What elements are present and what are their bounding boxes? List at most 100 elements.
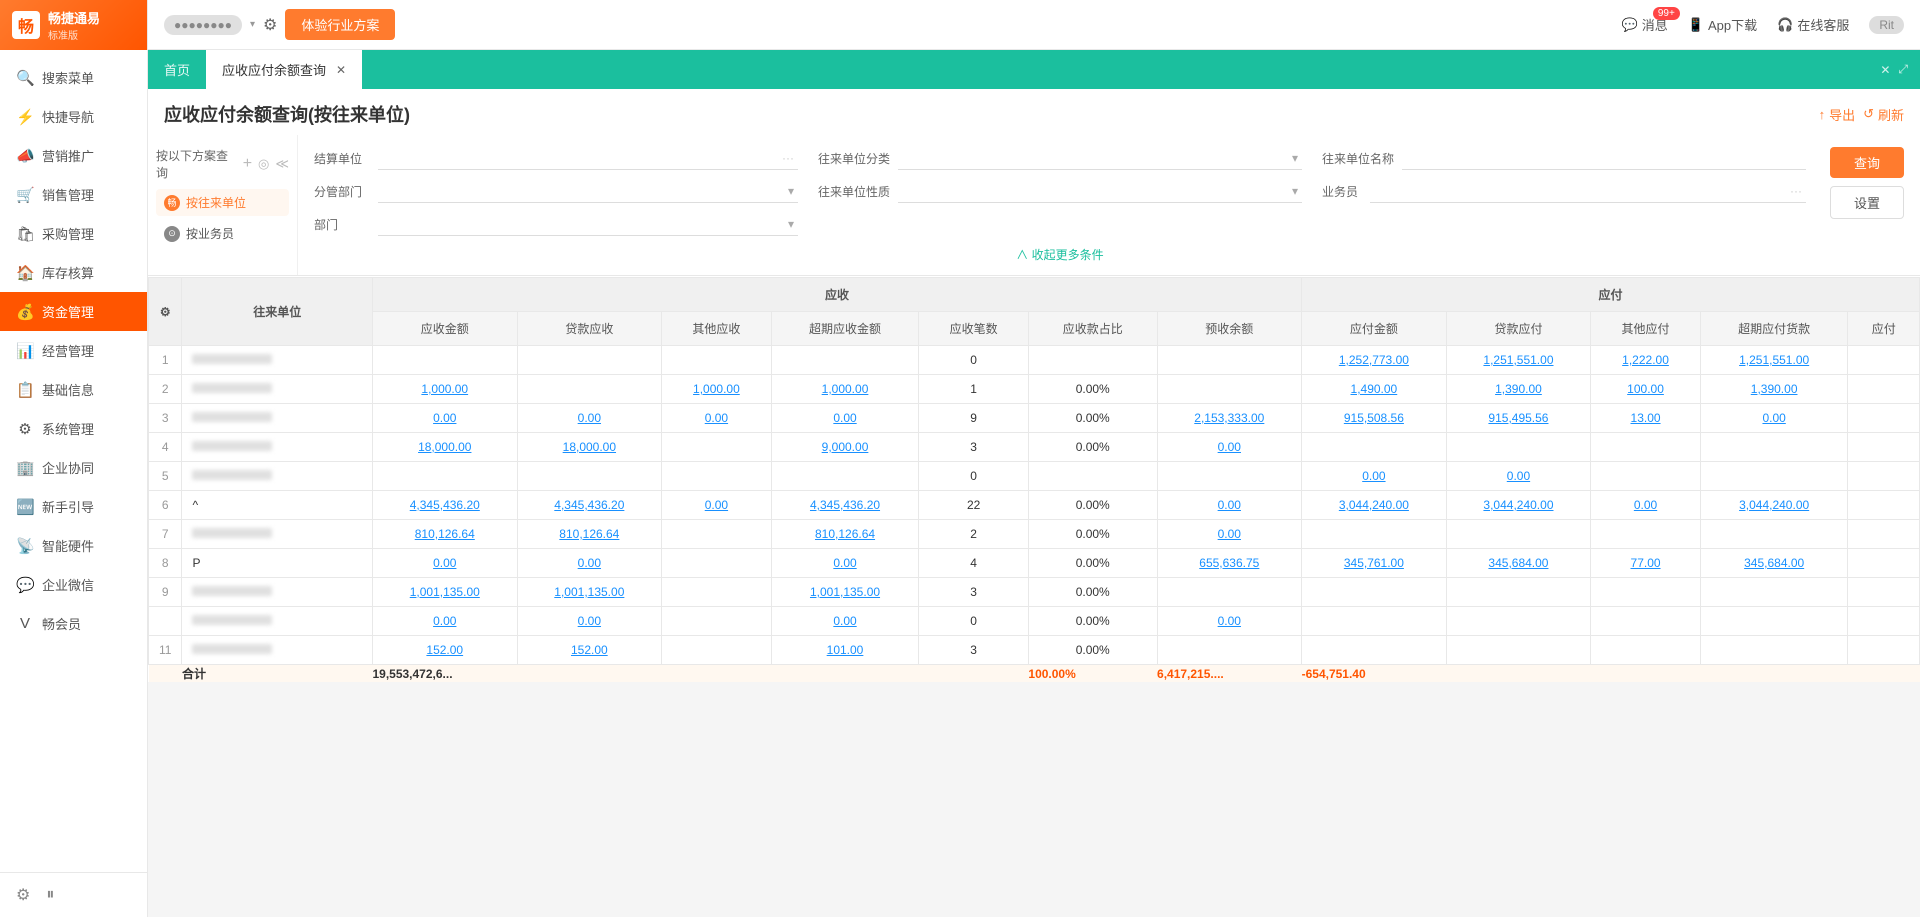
sidebar-item-hardware[interactable]: 📡智能硬件	[0, 526, 147, 565]
row-ar_other-9[interactable]	[662, 607, 772, 636]
message-action[interactable]: 💬 消息 99+	[1622, 15, 1668, 34]
row-ap_loan-5[interactable]: 3,044,240.00	[1446, 491, 1591, 520]
scheme-partner[interactable]: 畅 按往来单位	[156, 189, 289, 216]
row-ap_loan-0[interactable]: 1,251,551.00	[1446, 346, 1591, 375]
partner-cat-chevron[interactable]: ▾	[1292, 151, 1298, 165]
row-ar_overdue-4[interactable]	[771, 462, 919, 491]
row-ap_amount-9[interactable]	[1302, 607, 1447, 636]
row-ar_other-5[interactable]: 0.00	[662, 491, 772, 520]
trial-button[interactable]: 体验行业方案	[285, 9, 395, 40]
row-ap_amount-6[interactable]	[1302, 520, 1447, 549]
salesman-input[interactable]: ···	[1370, 180, 1806, 203]
row-ar_other-7[interactable]	[662, 549, 772, 578]
row-advance-6[interactable]: 0.00	[1157, 520, 1302, 549]
sidebar-item-inventory[interactable]: 🏠库存核算	[0, 253, 147, 292]
row-ar_overdue-6[interactable]: 810,126.64	[771, 520, 919, 549]
row-ap_amount-7[interactable]: 345,761.00	[1302, 549, 1447, 578]
row-ap_overdue-3[interactable]	[1700, 433, 1848, 462]
row-ar_loan-0[interactable]	[517, 346, 662, 375]
tab-home[interactable]: 首页	[148, 50, 206, 89]
row-ap_overdue-0[interactable]: 1,251,551.00	[1700, 346, 1848, 375]
row-ap_overdue-5[interactable]: 3,044,240.00	[1700, 491, 1848, 520]
row-ap_other-8[interactable]	[1591, 578, 1701, 607]
row-advance-2[interactable]: 2,153,333.00	[1157, 404, 1302, 433]
row-advance-1[interactable]	[1157, 375, 1302, 404]
row-ap_overdue-10[interactable]	[1700, 636, 1848, 665]
row-ap_other-6[interactable]	[1591, 520, 1701, 549]
row-ap_overdue-9[interactable]	[1700, 607, 1848, 636]
row-ap_other-5[interactable]: 0.00	[1591, 491, 1701, 520]
row-ar_loan-8[interactable]: 1,001,135.00	[517, 578, 662, 607]
filter-collapse-btn[interactable]: ∧ 收起更多条件	[314, 246, 1806, 263]
row-ar_overdue-5[interactable]: 4,345,436.20	[771, 491, 919, 520]
col-settings[interactable]: ⚙	[149, 278, 182, 346]
row-ar_amount-10[interactable]: 152.00	[372, 636, 517, 665]
row-ap_overdue-4[interactable]	[1700, 462, 1848, 491]
refresh-button[interactable]: ↺ 刷新	[1863, 105, 1904, 124]
row-ap_other-4[interactable]	[1591, 462, 1701, 491]
row-ar_amount-9[interactable]: 0.00	[372, 607, 517, 636]
salesman-dots[interactable]: ···	[1790, 184, 1802, 198]
row-advance-8[interactable]	[1157, 578, 1302, 607]
row-ar_loan-2[interactable]: 0.00	[517, 404, 662, 433]
nature-chevron[interactable]: ▾	[1292, 184, 1298, 198]
app-download-action[interactable]: 📱 App下载	[1688, 15, 1757, 34]
sidebar-item-guide[interactable]: 🆕新手引导	[0, 487, 147, 526]
row-ap_overdue-6[interactable]	[1700, 520, 1848, 549]
tab-close-btn[interactable]: ✕	[1880, 63, 1890, 77]
row-ar_loan-7[interactable]: 0.00	[517, 549, 662, 578]
sidebar-item-marketing[interactable]: 📣营销推广	[0, 136, 147, 175]
row-ap_other-1[interactable]: 100.00	[1591, 375, 1701, 404]
row-ap_overdue-1[interactable]: 1,390.00	[1700, 375, 1848, 404]
row-ar_amount-2[interactable]: 0.00	[372, 404, 517, 433]
row-ap_other-0[interactable]: 1,222.00	[1591, 346, 1701, 375]
row-ap_loan-2[interactable]: 915,495.56	[1446, 404, 1591, 433]
row-ar_other-2[interactable]: 0.00	[662, 404, 772, 433]
sidebar-item-vip[interactable]: V畅会员	[0, 604, 147, 643]
row-ap_loan-9[interactable]	[1446, 607, 1591, 636]
row-ar_amount-7[interactable]: 0.00	[372, 549, 517, 578]
row-ar_amount-4[interactable]	[372, 462, 517, 491]
row-ar_overdue-0[interactable]	[771, 346, 919, 375]
row-advance-0[interactable]	[1157, 346, 1302, 375]
partner-category-select[interactable]: ▾	[898, 147, 1302, 170]
row-ar_overdue-7[interactable]: 0.00	[771, 549, 919, 578]
row-ap_other-7[interactable]: 77.00	[1591, 549, 1701, 578]
department-chevron[interactable]: ▾	[788, 217, 794, 231]
row-ap_loan-8[interactable]	[1446, 578, 1591, 607]
row-advance-9[interactable]: 0.00	[1157, 607, 1302, 636]
row-ar_overdue-2[interactable]: 0.00	[771, 404, 919, 433]
tab-query[interactable]: 应收应付余额查询 ✕	[206, 50, 362, 89]
settings-icon[interactable]: ⚙	[16, 885, 30, 905]
row-advance-4[interactable]	[1157, 462, 1302, 491]
row-ap_amount-5[interactable]: 3,044,240.00	[1302, 491, 1447, 520]
sidebar-item-system[interactable]: ⚙系统管理	[0, 409, 147, 448]
row-ap_other-2[interactable]: 13.00	[1591, 404, 1701, 433]
row-ar_other-8[interactable]	[662, 578, 772, 607]
scheme-salesman[interactable]: ⊙ 按业务员	[156, 220, 289, 247]
row-ap_amount-2[interactable]: 915,508.56	[1302, 404, 1447, 433]
row-ar_loan-1[interactable]	[517, 375, 662, 404]
row-ap_loan-7[interactable]: 345,684.00	[1446, 549, 1591, 578]
row-ap_loan-3[interactable]	[1446, 433, 1591, 462]
filter-add-icon[interactable]: +	[243, 155, 252, 173]
row-ar_loan-10[interactable]: 152.00	[517, 636, 662, 665]
setting-button[interactable]: 设置	[1830, 186, 1904, 219]
row-ar_loan-9[interactable]: 0.00	[517, 607, 662, 636]
row-ar_overdue-1[interactable]: 1,000.00	[771, 375, 919, 404]
row-ar_other-6[interactable]	[662, 520, 772, 549]
row-ar_overdue-8[interactable]: 1,001,135.00	[771, 578, 919, 607]
row-ar_other-3[interactable]	[662, 433, 772, 462]
row-ar_overdue-10[interactable]: 101.00	[771, 636, 919, 665]
row-ar_other-4[interactable]	[662, 462, 772, 491]
row-advance-7[interactable]: 655,636.75	[1157, 549, 1302, 578]
breadcrumb-chevron[interactable]: ▾	[250, 19, 255, 30]
department-select[interactable]: ▾	[378, 213, 798, 236]
row-advance-3[interactable]: 0.00	[1157, 433, 1302, 462]
row-ap_loan-1[interactable]: 1,390.00	[1446, 375, 1591, 404]
export-button[interactable]: ↑ 导出	[1819, 105, 1856, 124]
row-ar_amount-5[interactable]: 4,345,436.20	[372, 491, 517, 520]
filter-collapse-icon[interactable]: ≪	[275, 156, 289, 172]
dept-select[interactable]: ▾	[378, 180, 798, 203]
row-ap_overdue-7[interactable]: 345,684.00	[1700, 549, 1848, 578]
